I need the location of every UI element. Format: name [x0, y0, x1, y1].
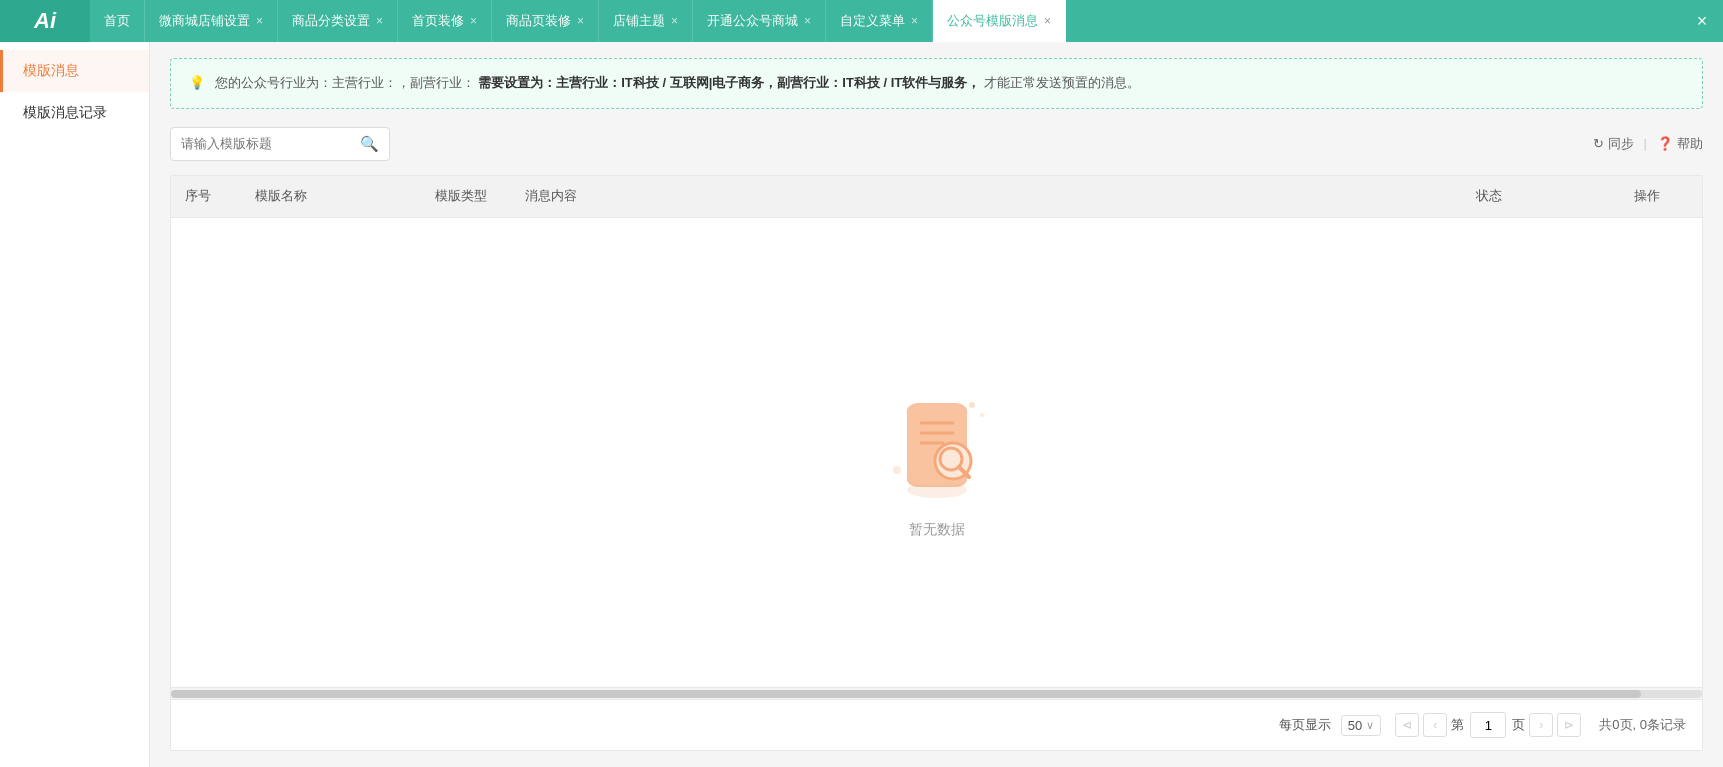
tab-custom-menu[interactable]: 自定义菜单 ×	[826, 0, 933, 42]
th-type: 模版类型	[421, 187, 511, 205]
tab-home[interactable]: 首页	[90, 0, 145, 42]
tab-label: 微商城店铺设置	[159, 12, 250, 30]
notice-box: 💡 您的公众号行业为：主营行业：，副营行业： 需要设置为：主营行业：IT科技 /…	[170, 58, 1703, 109]
tab-close-icon[interactable]: ×	[911, 14, 918, 28]
tab-close-icon[interactable]: ×	[804, 14, 811, 28]
tab-weishop-settings[interactable]: 微商城店铺设置 ×	[145, 0, 278, 42]
sidebar-item-template-msg-record[interactable]: 模版消息记录	[0, 92, 149, 134]
help-icon: ❓	[1657, 136, 1673, 151]
prev-page-button[interactable]: ‹	[1423, 713, 1447, 737]
search-actions: ↻ 同步 | ❓ 帮助	[1593, 135, 1703, 153]
page-label-after: 页	[1512, 716, 1525, 734]
content-area: 💡 您的公众号行业为：主营行业：，副营行业： 需要设置为：主营行业：IT科技 /…	[150, 42, 1723, 767]
sync-button[interactable]: ↻ 同步	[1593, 135, 1634, 153]
search-bar: 🔍 ↻ 同步 | ❓ 帮助	[170, 127, 1703, 161]
horizontal-scrollbar[interactable]	[171, 687, 1702, 699]
empty-illustration	[877, 385, 997, 505]
page-size-value: 50	[1348, 718, 1362, 733]
th-action: 操作	[1592, 187, 1702, 205]
data-table: 序号 模版名称 模版类型 消息内容 状态 操作	[170, 175, 1703, 751]
page-number-input[interactable]	[1470, 712, 1506, 738]
divider: |	[1644, 136, 1647, 151]
empty-state: 暂无数据	[171, 218, 1702, 687]
tab-label: 店铺主题	[613, 12, 665, 30]
tab-label: 自定义菜单	[840, 12, 905, 30]
sync-icon: ↻	[1593, 136, 1604, 151]
th-name: 模版名称	[241, 187, 421, 205]
tab-label: 公众号模版消息	[947, 12, 1038, 30]
tab-product-category[interactable]: 商品分类设置 ×	[278, 0, 398, 42]
svg-point-7	[969, 402, 975, 408]
bulb-icon: 💡	[189, 75, 205, 90]
tab-open-wechat-mall[interactable]: 开通公众号商城 ×	[693, 0, 826, 42]
page-size-label: 每页显示	[1279, 716, 1331, 734]
sidebar-item-template-msg[interactable]: 模版消息	[0, 50, 149, 92]
help-label: 帮助	[1677, 135, 1703, 153]
page-size-select[interactable]: 50 ∨	[1341, 715, 1381, 736]
table-header: 序号 模版名称 模版类型 消息内容 状态 操作	[171, 176, 1702, 218]
svg-point-9	[893, 466, 901, 474]
top-nav: Ai 首页微商城店铺设置 ×商品分类设置 ×首页装修 ×商品页装修 ×店铺主题 …	[0, 0, 1723, 42]
search-field[interactable]: 🔍	[170, 127, 390, 161]
tab-close-icon[interactable]: ×	[1044, 14, 1051, 28]
sidebar: 模版消息模版消息记录	[0, 42, 150, 767]
total-info: 共0页, 0条记录	[1599, 716, 1686, 734]
last-page-button[interactable]: ⊳	[1557, 713, 1581, 737]
th-status: 状态	[1462, 187, 1592, 205]
tab-close-icon[interactable]: ×	[376, 14, 383, 28]
tab-homepage-decor[interactable]: 首页装修 ×	[398, 0, 492, 42]
tab-label: 首页装修	[412, 12, 464, 30]
notice-highlight: 需要设置为：主营行业：IT科技 / 互联网|电子商务，副营行业：IT科技 / I…	[478, 75, 980, 90]
tab-close-icon[interactable]: ×	[256, 14, 263, 28]
tab-label: 商品页装修	[506, 12, 571, 30]
search-input[interactable]	[181, 136, 360, 151]
nav-tabs: 首页微商城店铺设置 ×商品分类设置 ×首页装修 ×商品页装修 ×店铺主题 ×开通…	[90, 0, 1681, 42]
first-page-button[interactable]: ⊲	[1395, 713, 1419, 737]
notice-prefix: 您的公众号行业为：主营行业：，副营行业：	[215, 75, 475, 90]
page-number-wrap: 第 页	[1451, 712, 1525, 738]
app-logo: Ai	[0, 0, 90, 42]
global-close-button[interactable]: ×	[1681, 0, 1723, 42]
help-button[interactable]: ❓ 帮助	[1657, 135, 1703, 153]
sync-label: 同步	[1608, 135, 1634, 153]
svg-point-8	[980, 413, 984, 417]
tab-product-decor[interactable]: 商品页装修 ×	[492, 0, 599, 42]
next-page-button[interactable]: ›	[1529, 713, 1553, 737]
tab-wechat-template-msg[interactable]: 公众号模版消息 ×	[933, 0, 1066, 42]
th-seq: 序号	[171, 187, 241, 205]
th-content: 消息内容	[511, 187, 1462, 205]
empty-text: 暂无数据	[909, 521, 965, 539]
tab-close-icon[interactable]: ×	[671, 14, 678, 28]
search-icon[interactable]: 🔍	[360, 135, 379, 153]
tab-label: 商品分类设置	[292, 12, 370, 30]
tab-label: 开通公众号商城	[707, 12, 798, 30]
page-label-before: 第	[1451, 716, 1464, 734]
chevron-down-icon: ∨	[1366, 719, 1374, 732]
pager-controls: ⊲ ‹ 第 页 › ⊳	[1395, 712, 1581, 738]
tab-close-icon[interactable]: ×	[470, 14, 477, 28]
tab-store-theme[interactable]: 店铺主题 ×	[599, 0, 693, 42]
notice-suffix: 才能正常发送预置的消息。	[984, 75, 1140, 90]
main-layout: 模版消息模版消息记录 💡 您的公众号行业为：主营行业：，副营行业： 需要设置为：…	[0, 42, 1723, 767]
pagination: 每页显示 50 ∨ ⊲ ‹ 第 页 › ⊳ 共0页, 0条记录	[171, 699, 1702, 750]
tab-close-icon[interactable]: ×	[577, 14, 584, 28]
tab-label: 首页	[104, 12, 130, 30]
